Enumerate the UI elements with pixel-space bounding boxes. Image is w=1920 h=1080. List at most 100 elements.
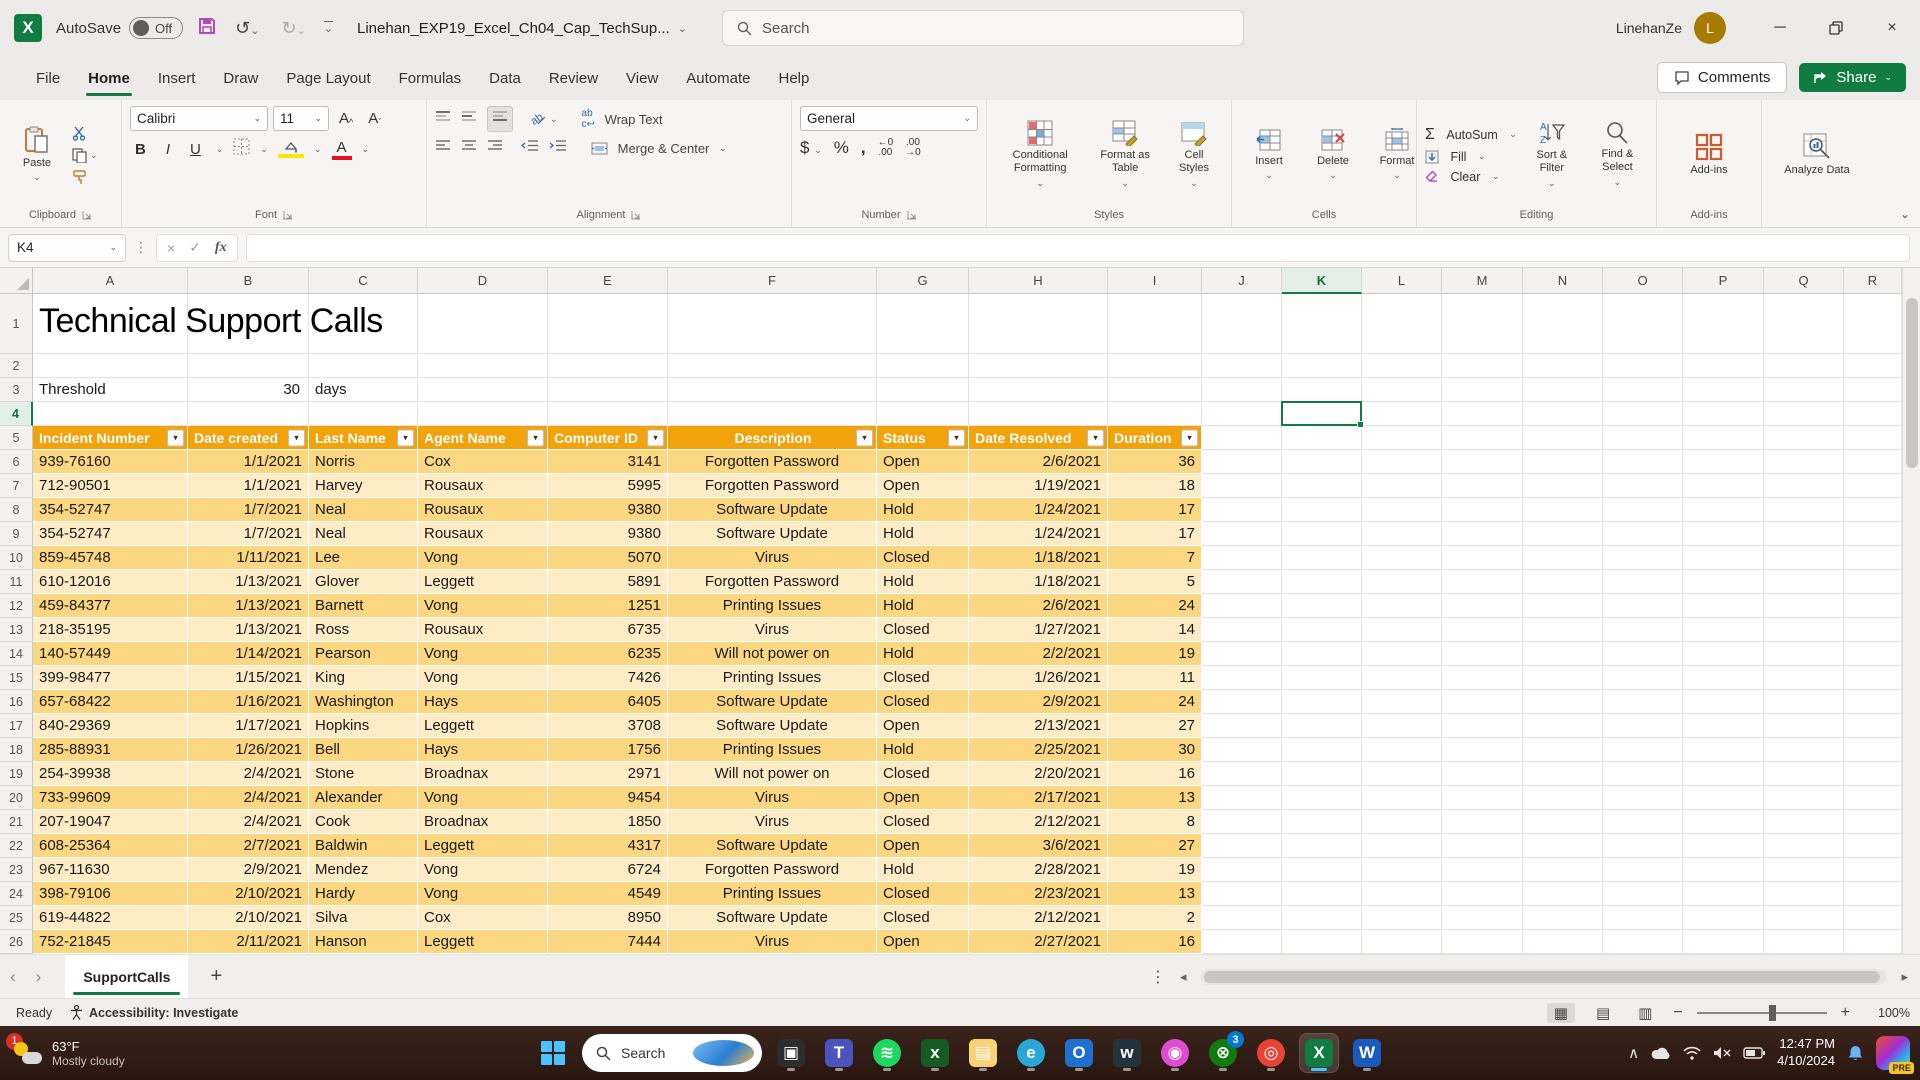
- cell-Q6[interactable]: [1764, 450, 1844, 474]
- prev-sheet-button[interactable]: ‹: [0, 967, 26, 987]
- fill-color-button[interactable]: [278, 140, 304, 158]
- cell-C7[interactable]: Harvey: [309, 474, 418, 498]
- cell-Q8[interactable]: [1764, 498, 1844, 522]
- row-header-20[interactable]: 20: [0, 786, 33, 810]
- cell-G17[interactable]: Open: [877, 714, 969, 738]
- cell-A19[interactable]: 254-39938: [33, 762, 188, 786]
- tab-insert[interactable]: Insert: [144, 56, 210, 100]
- cell-D19[interactable]: Broadnax: [418, 762, 548, 786]
- cell-F25[interactable]: Software Update: [668, 906, 877, 930]
- xbox-gamebar-icon[interactable]: x: [916, 1034, 954, 1072]
- autosum-button[interactable]: Σ AutoSum ⌄: [1425, 126, 1517, 144]
- cell-O10[interactable]: [1603, 546, 1683, 570]
- cell-A23[interactable]: 967-11630: [33, 858, 188, 882]
- cell-G10[interactable]: Closed: [877, 546, 969, 570]
- cell-I20[interactable]: 13: [1108, 786, 1202, 810]
- cell-F9[interactable]: Software Update: [668, 522, 877, 546]
- cell-R19[interactable]: [1844, 762, 1902, 786]
- cell-P10[interactable]: [1683, 546, 1764, 570]
- cell-G14[interactable]: Hold: [877, 642, 969, 666]
- cell-O4[interactable]: [1603, 402, 1683, 426]
- cell-H10[interactable]: 1/18/2021: [969, 546, 1108, 570]
- cell-Q11[interactable]: [1764, 570, 1844, 594]
- cell-P23[interactable]: [1683, 858, 1764, 882]
- cell-C6[interactable]: Norris: [309, 450, 418, 474]
- cell-E11[interactable]: 5891: [548, 570, 668, 594]
- cell-R16[interactable]: [1844, 690, 1902, 714]
- chrome-icon[interactable]: ◎: [1252, 1034, 1290, 1072]
- cell-P7[interactable]: [1683, 474, 1764, 498]
- cell-F10[interactable]: Virus: [668, 546, 877, 570]
- normal-view-button[interactable]: ▦: [1547, 1003, 1575, 1023]
- cell-G12[interactable]: Hold: [877, 594, 969, 618]
- enter-formula-button[interactable]: ✓: [189, 239, 201, 256]
- cell-L12[interactable]: [1362, 594, 1442, 618]
- cell-C9[interactable]: Neal: [309, 522, 418, 546]
- cell-J9[interactable]: [1202, 522, 1282, 546]
- cell-C13[interactable]: Ross: [309, 618, 418, 642]
- cell-Q21[interactable]: [1764, 810, 1844, 834]
- filter-button[interactable]: ▾: [397, 429, 414, 446]
- cell-R4[interactable]: [1844, 402, 1902, 426]
- column-header-C[interactable]: C: [309, 268, 418, 294]
- cell-K16[interactable]: [1282, 690, 1362, 714]
- cell-N20[interactable]: [1523, 786, 1603, 810]
- scroll-right-button[interactable]: ▸: [1901, 969, 1908, 985]
- cell-B26[interactable]: 2/11/2021: [188, 930, 309, 954]
- analyze-data-button[interactable]: Analyze Data: [1778, 129, 1855, 181]
- underline-button[interactable]: U: [185, 140, 206, 159]
- orientation-button[interactable]: ab⌄: [531, 112, 558, 126]
- table-header-date-created[interactable]: Date created▾: [188, 426, 309, 450]
- cell-C25[interactable]: Silva: [309, 906, 418, 930]
- cell-G13[interactable]: Closed: [877, 618, 969, 642]
- cell-N4[interactable]: [1523, 402, 1603, 426]
- cell-L11[interactable]: [1362, 570, 1442, 594]
- cell-R8[interactable]: [1844, 498, 1902, 522]
- cell-P6[interactable]: [1683, 450, 1764, 474]
- cell-N17[interactable]: [1523, 714, 1603, 738]
- column-header-Q[interactable]: Q: [1764, 268, 1844, 294]
- cell-H11[interactable]: 1/18/2021: [969, 570, 1108, 594]
- cell-I17[interactable]: 27: [1108, 714, 1202, 738]
- row-header-11[interactable]: 11: [0, 570, 33, 594]
- filter-button[interactable]: ▾: [948, 429, 965, 446]
- align-left-button[interactable]: [435, 139, 451, 157]
- cell-P4[interactable]: [1683, 402, 1764, 426]
- increase-decimal-button[interactable]: ←0.00: [878, 138, 894, 158]
- cell-P18[interactable]: [1683, 738, 1764, 762]
- row-header-12[interactable]: 12: [0, 594, 33, 618]
- cell-B9[interactable]: 1/7/2021: [188, 522, 309, 546]
- cell-L20[interactable]: [1362, 786, 1442, 810]
- cell-G9[interactable]: Hold: [877, 522, 969, 546]
- cell-O18[interactable]: [1603, 738, 1683, 762]
- cell-O14[interactable]: [1603, 642, 1683, 666]
- alignment-dialog-launcher[interactable]: [631, 210, 641, 220]
- cell-P17[interactable]: [1683, 714, 1764, 738]
- vertical-scrollbar[interactable]: [1902, 268, 1920, 954]
- font-dialog-launcher[interactable]: [283, 210, 293, 220]
- cell-N19[interactable]: [1523, 762, 1603, 786]
- cell-Q7[interactable]: [1764, 474, 1844, 498]
- cell-K21[interactable]: [1282, 810, 1362, 834]
- cell-M17[interactable]: [1442, 714, 1523, 738]
- cell-L21[interactable]: [1362, 810, 1442, 834]
- cell-N11[interactable]: [1523, 570, 1603, 594]
- tab-page-layout[interactable]: Page Layout: [272, 56, 384, 100]
- cell-G8[interactable]: Hold: [877, 498, 969, 522]
- column-header-K[interactable]: K: [1282, 268, 1362, 294]
- cell-F23[interactable]: Forgotten Password: [668, 858, 877, 882]
- cell-N16[interactable]: [1523, 690, 1603, 714]
- cell-O11[interactable]: [1603, 570, 1683, 594]
- cell-C26[interactable]: Hanson: [309, 930, 418, 954]
- cell-P25[interactable]: [1683, 906, 1764, 930]
- cell-I1[interactable]: [1108, 294, 1202, 354]
- cell-J4[interactable]: [1202, 402, 1282, 426]
- cell-J11[interactable]: [1202, 570, 1282, 594]
- cell-R18[interactable]: [1844, 738, 1902, 762]
- cell-R14[interactable]: [1844, 642, 1902, 666]
- cell-J26[interactable]: [1202, 930, 1282, 954]
- cell-E12[interactable]: 1251: [548, 594, 668, 618]
- cell-H18[interactable]: 2/25/2021: [969, 738, 1108, 762]
- cell-F15[interactable]: Printing Issues: [668, 666, 877, 690]
- restore-button[interactable]: [1808, 0, 1864, 56]
